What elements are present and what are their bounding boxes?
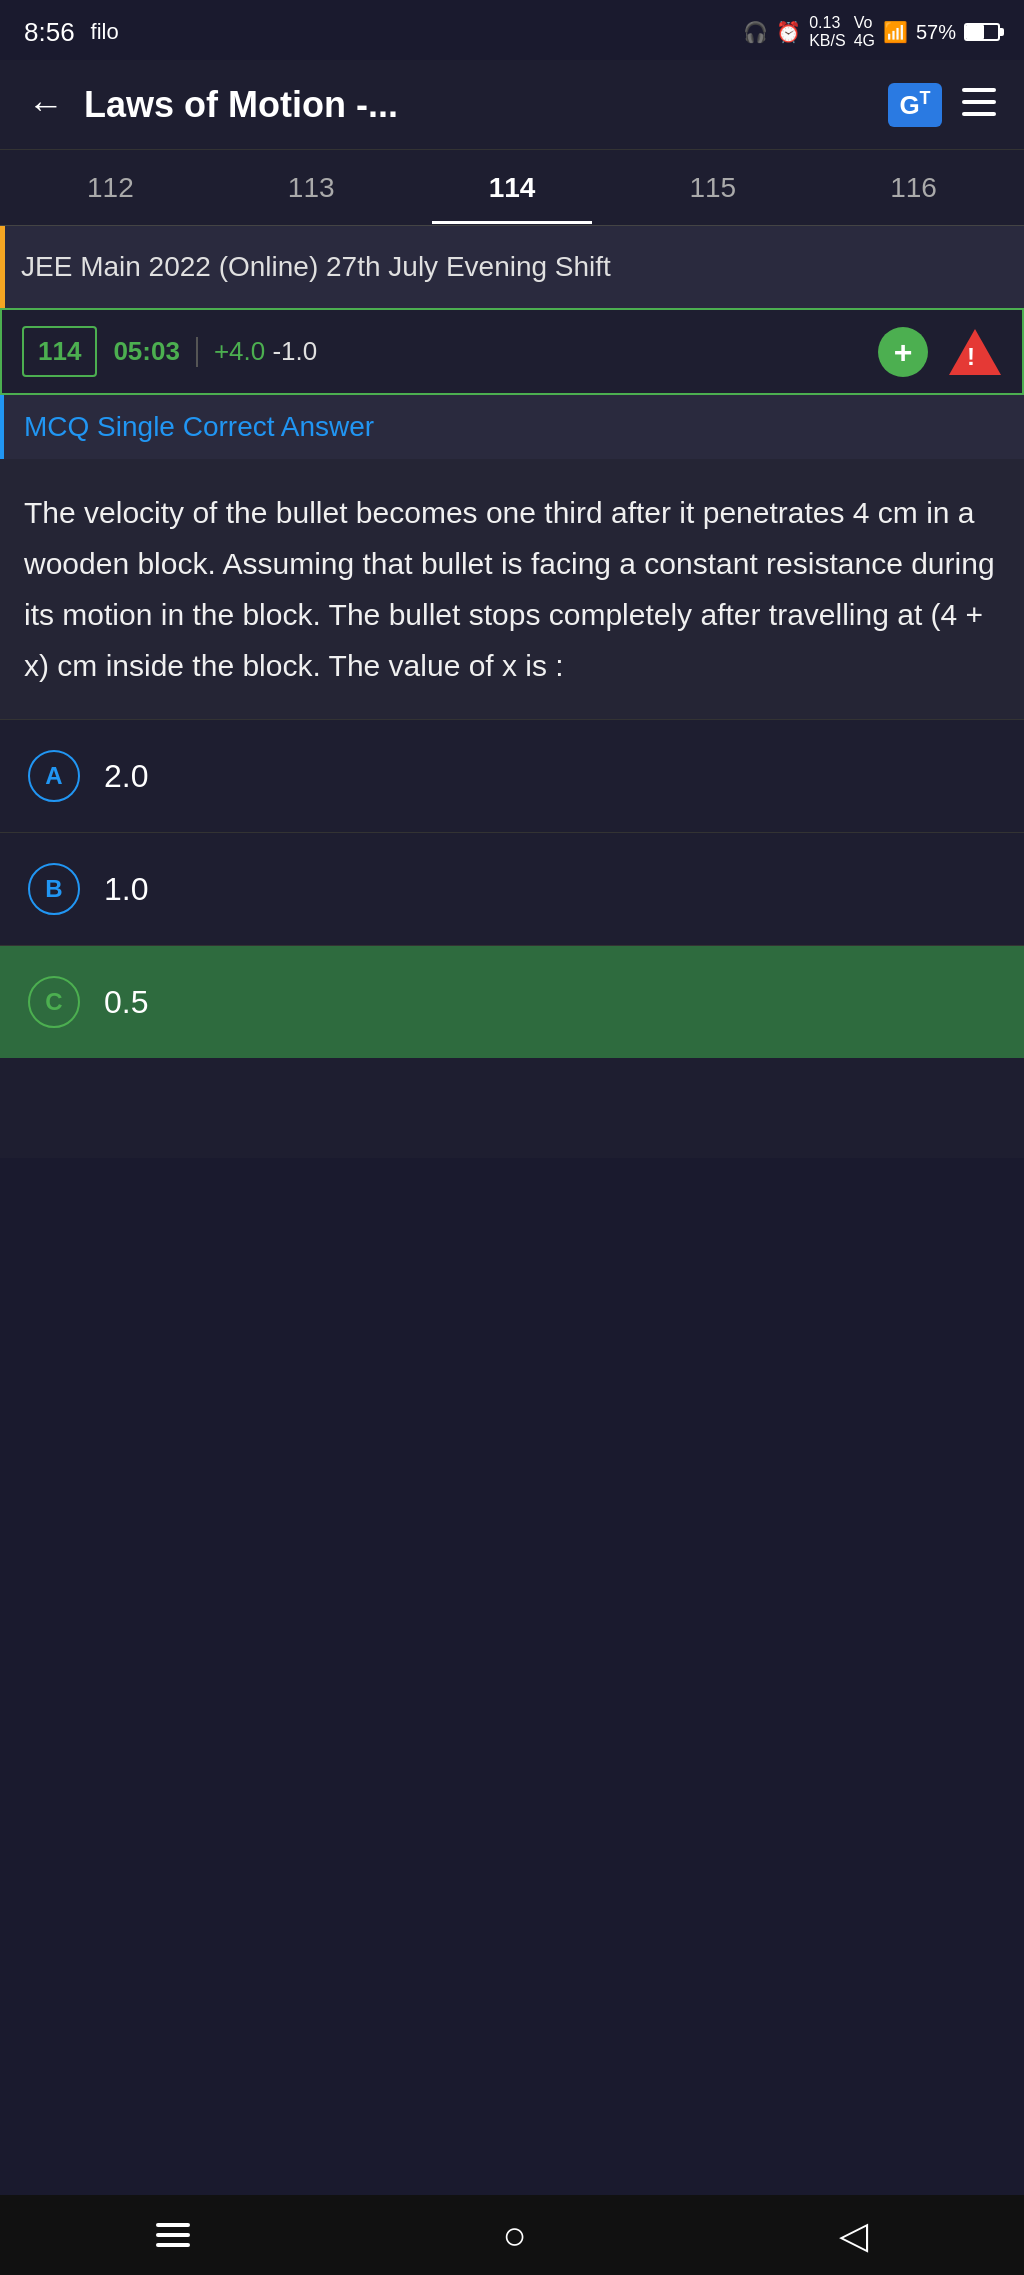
nav-home-button[interactable]: ○ bbox=[502, 2213, 526, 2258]
options-container: A 2.0 B 1.0 C 0.5 bbox=[0, 719, 1024, 1058]
hamburger-icon bbox=[156, 2223, 190, 2247]
option-b-value: 1.0 bbox=[104, 871, 148, 908]
question-time: 05:03 bbox=[113, 336, 180, 367]
option-a-circle: A bbox=[28, 750, 80, 802]
warning-triangle-icon bbox=[949, 329, 1001, 375]
option-c-circle: C bbox=[28, 976, 80, 1028]
alarm-icon: ⏰ bbox=[776, 20, 801, 44]
nav-menu-button[interactable] bbox=[156, 2223, 190, 2247]
signal-icon: 📶 bbox=[883, 20, 908, 44]
question-marks: +4.0 -1.0 bbox=[214, 336, 317, 367]
question-type-label: MCQ Single Correct Answer bbox=[24, 411, 374, 442]
status-app: filo bbox=[91, 19, 119, 45]
question-type-bar: MCQ Single Correct Answer bbox=[0, 395, 1024, 459]
battery-percent: 57% bbox=[916, 21, 956, 44]
back-icon: ◁ bbox=[839, 2213, 868, 2257]
option-c-row[interactable]: C 0.5 bbox=[0, 945, 1024, 1058]
page-title: Laws of Motion -... bbox=[84, 84, 888, 126]
marks-positive: +4.0 bbox=[214, 336, 265, 366]
question-text: The velocity of the bullet becomes one t… bbox=[24, 487, 1000, 691]
question-number: 114 bbox=[22, 326, 97, 377]
translate-button[interactable]: GT bbox=[888, 83, 942, 127]
option-b-circle: B bbox=[28, 863, 80, 915]
filter-button[interactable] bbox=[962, 85, 996, 124]
question-actions: + bbox=[878, 327, 1002, 377]
option-a-letter: A bbox=[45, 762, 62, 790]
status-icons: 🎧 ⏰ 0.13KB/S Vo4G 📶 57% bbox=[743, 14, 1000, 50]
tab-114[interactable]: 114 bbox=[412, 152, 613, 224]
headphone-icon: 🎧 bbox=[743, 20, 768, 44]
option-c-letter: C bbox=[45, 988, 62, 1016]
status-time: 8:56 bbox=[24, 17, 75, 48]
svg-rect-0 bbox=[962, 88, 996, 92]
tab-115[interactable]: 115 bbox=[612, 152, 813, 224]
translate-icon: GT bbox=[899, 88, 930, 121]
page-tabs: 112 113 114 115 116 bbox=[0, 150, 1024, 226]
add-button[interactable]: + bbox=[878, 327, 928, 377]
top-bar: ← Laws of Motion -... GT bbox=[0, 60, 1024, 150]
warning-button[interactable] bbox=[948, 327, 1002, 377]
option-a-value: 2.0 bbox=[104, 758, 148, 795]
section-header: JEE Main 2022 (Online) 27th July Evening… bbox=[0, 226, 1024, 308]
question-body: The velocity of the bullet becomes one t… bbox=[0, 459, 1024, 719]
nav-back-button[interactable]: ◁ bbox=[839, 2213, 868, 2257]
tab-113[interactable]: 113 bbox=[211, 152, 412, 224]
home-icon: ○ bbox=[502, 2213, 526, 2258]
tab-112[interactable]: 112 bbox=[10, 152, 211, 224]
battery-icon bbox=[964, 23, 1000, 41]
status-bar: 8:56 filo 🎧 ⏰ 0.13KB/S Vo4G 📶 57% bbox=[0, 0, 1024, 60]
add-icon: + bbox=[894, 336, 913, 368]
speed-indicator: 0.13KB/S bbox=[809, 14, 845, 50]
bottom-nav: ○ ◁ bbox=[0, 2195, 1024, 2275]
option-a-row[interactable]: A 2.0 bbox=[0, 719, 1024, 832]
option-b-row[interactable]: B 1.0 bbox=[0, 832, 1024, 945]
network-indicator: Vo4G bbox=[854, 14, 875, 50]
question-meta: 114 05:03 +4.0 -1.0 + bbox=[0, 308, 1024, 395]
section-header-text: JEE Main 2022 (Online) 27th July Evening… bbox=[21, 251, 611, 282]
tab-116[interactable]: 116 bbox=[813, 152, 1014, 224]
svg-rect-1 bbox=[962, 100, 996, 104]
option-c-value: 0.5 bbox=[104, 984, 148, 1021]
svg-rect-2 bbox=[962, 112, 996, 116]
back-button[interactable]: ← bbox=[28, 84, 64, 126]
option-b-letter: B bbox=[45, 875, 62, 903]
marks-negative: -1.0 bbox=[272, 336, 317, 366]
meta-divider bbox=[196, 337, 198, 367]
